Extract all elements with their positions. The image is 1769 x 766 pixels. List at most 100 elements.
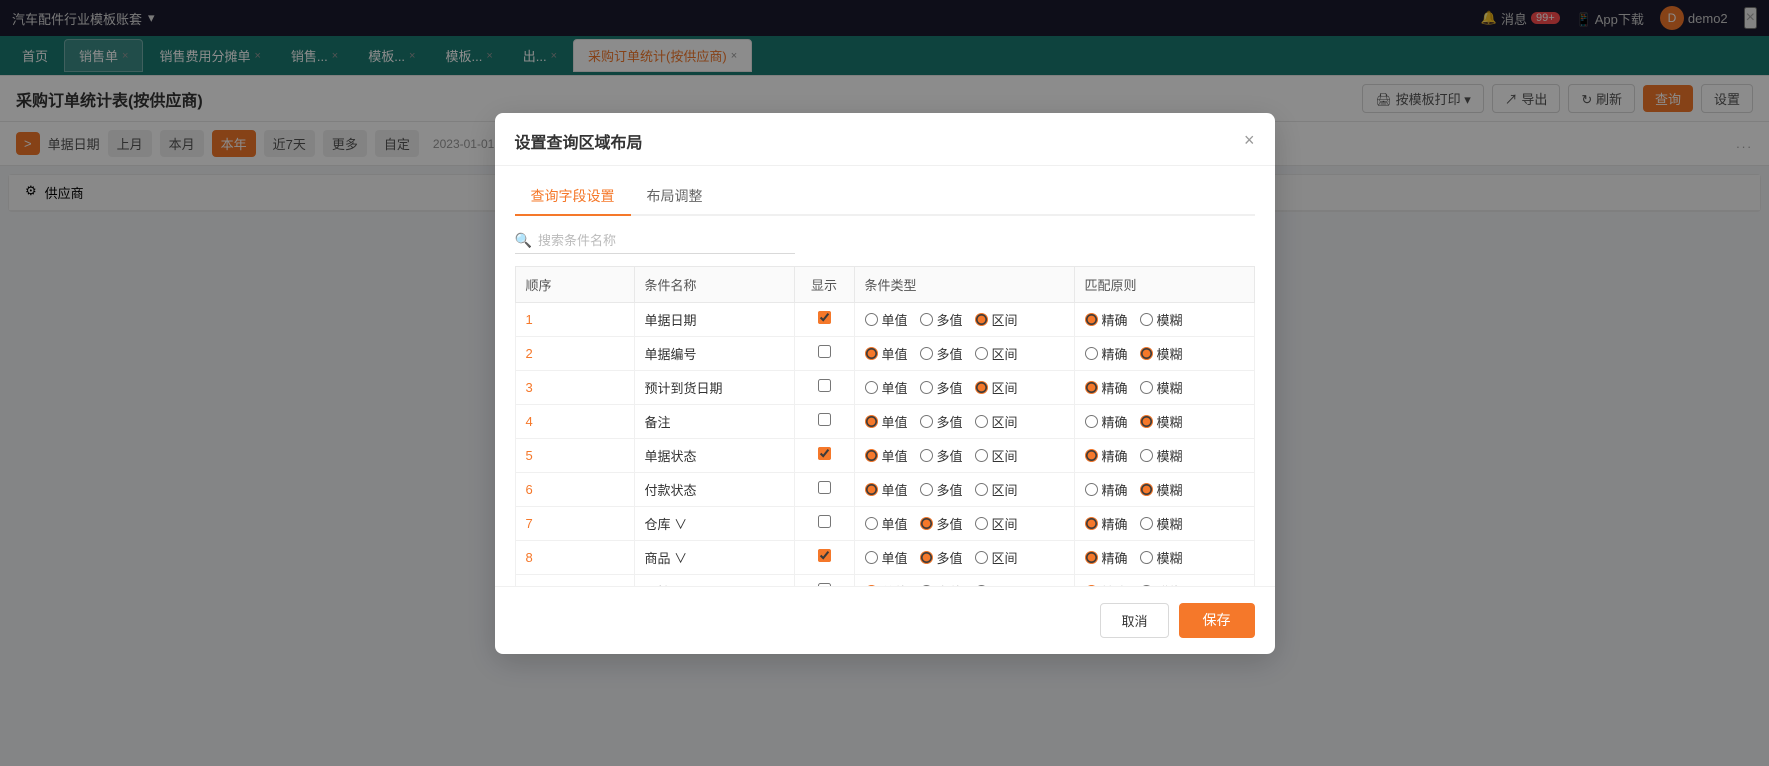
type-radio-label[interactable]: 单值 [865, 514, 908, 533]
match-radio-label[interactable]: 精确 [1085, 514, 1128, 533]
match-radio-label[interactable]: 模糊 [1140, 412, 1183, 431]
type-radio[interactable] [920, 551, 933, 564]
match-radio[interactable] [1140, 517, 1153, 530]
display-checkbox[interactable] [818, 447, 831, 460]
type-radio-label[interactable]: 单值 [865, 412, 908, 431]
table-row-match[interactable]: 精确模糊 [1074, 540, 1254, 574]
match-radio[interactable] [1140, 483, 1153, 496]
type-radio-label[interactable]: 区间 [975, 548, 1018, 567]
match-radio-label[interactable]: 精确 [1085, 446, 1128, 465]
match-radio[interactable] [1085, 313, 1098, 326]
match-radio-label[interactable]: 模糊 [1140, 514, 1183, 533]
modal-close-button[interactable]: × [1244, 130, 1255, 151]
type-radio-label[interactable]: 多值 [920, 378, 963, 397]
display-checkbox[interactable] [818, 379, 831, 392]
cancel-button[interactable]: 取消 [1100, 603, 1168, 638]
table-row-match[interactable]: 精确模糊 [1074, 336, 1254, 370]
table-row-match[interactable]: 精确模糊 [1074, 506, 1254, 540]
match-radio[interactable] [1140, 347, 1153, 360]
match-radio-label[interactable]: 精确 [1085, 548, 1128, 567]
type-radio[interactable] [975, 313, 988, 326]
match-radio-label[interactable]: 模糊 [1140, 378, 1183, 397]
match-radio[interactable] [1085, 449, 1098, 462]
type-radio[interactable] [920, 483, 933, 496]
match-radio-label[interactable]: 模糊 [1140, 344, 1183, 363]
type-radio[interactable] [865, 347, 878, 360]
tab-query-fields[interactable]: 查询字段设置 [515, 178, 631, 216]
table-row-type[interactable]: 单值多值区间 [854, 540, 1074, 574]
table-row-match[interactable]: 精确模糊 [1074, 574, 1254, 586]
type-radio[interactable] [865, 449, 878, 462]
type-radio-label[interactable]: 单值 [865, 310, 908, 329]
match-radio[interactable] [1140, 381, 1153, 394]
table-row-display[interactable] [794, 336, 854, 370]
match-radio[interactable] [1140, 449, 1153, 462]
table-row-type[interactable]: 单值多值区间 [854, 506, 1074, 540]
match-radio[interactable] [1140, 313, 1153, 326]
type-radio[interactable] [975, 415, 988, 428]
match-radio[interactable] [1085, 517, 1098, 530]
type-radio[interactable] [920, 415, 933, 428]
type-radio-label[interactable]: 多值 [920, 514, 963, 533]
table-row-type[interactable]: 单值多值区间 [854, 472, 1074, 506]
display-checkbox[interactable] [818, 311, 831, 324]
type-radio-label[interactable]: 单值 [865, 480, 908, 499]
table-row-match[interactable]: 精确模糊 [1074, 472, 1254, 506]
match-radio-label[interactable]: 精确 [1085, 378, 1128, 397]
table-row-display[interactable] [794, 370, 854, 404]
type-radio[interactable] [920, 449, 933, 462]
search-input[interactable] [538, 233, 795, 248]
type-radio-label[interactable]: 多值 [920, 310, 963, 329]
type-radio[interactable] [975, 517, 988, 530]
table-row-type[interactable]: 单值多值区间 [854, 302, 1074, 336]
type-radio[interactable] [865, 517, 878, 530]
display-checkbox[interactable] [818, 549, 831, 562]
tab-layout[interactable]: 布局调整 [631, 178, 719, 216]
table-row-display[interactable] [794, 506, 854, 540]
type-radio[interactable] [920, 517, 933, 530]
type-radio-label[interactable]: 多值 [920, 344, 963, 363]
type-radio[interactable] [975, 347, 988, 360]
match-radio-label[interactable]: 精确 [1085, 344, 1128, 363]
type-radio[interactable] [865, 483, 878, 496]
type-radio-label[interactable]: 单值 [865, 446, 908, 465]
table-row-type[interactable]: 单值多值区间 [854, 574, 1074, 586]
type-radio-label[interactable]: 多值 [920, 548, 963, 567]
type-radio-label[interactable]: 区间 [975, 412, 1018, 431]
display-checkbox[interactable] [818, 345, 831, 358]
match-radio[interactable] [1085, 347, 1098, 360]
type-radio-label[interactable]: 区间 [975, 446, 1018, 465]
match-radio-label[interactable]: 模糊 [1140, 446, 1183, 465]
display-checkbox[interactable] [818, 515, 831, 528]
type-radio[interactable] [920, 313, 933, 326]
display-checkbox[interactable] [818, 413, 831, 426]
table-row-display[interactable] [794, 472, 854, 506]
type-radio-label[interactable]: 区间 [975, 310, 1018, 329]
match-radio-label[interactable]: 模糊 [1140, 548, 1183, 567]
match-radio[interactable] [1085, 483, 1098, 496]
table-row-match[interactable]: 精确模糊 [1074, 438, 1254, 472]
match-radio[interactable] [1085, 381, 1098, 394]
match-radio[interactable] [1140, 551, 1153, 564]
match-radio-label[interactable]: 精确 [1085, 480, 1128, 499]
table-row-type[interactable]: 单值多值区间 [854, 438, 1074, 472]
type-radio[interactable] [865, 313, 878, 326]
table-row-display[interactable] [794, 540, 854, 574]
match-radio[interactable] [1085, 551, 1098, 564]
table-row-match[interactable]: 精确模糊 [1074, 302, 1254, 336]
type-radio[interactable] [975, 483, 988, 496]
table-row-type[interactable]: 单值多值区间 [854, 336, 1074, 370]
table-row-display[interactable] [794, 302, 854, 336]
type-radio[interactable] [865, 381, 878, 394]
table-row-type[interactable]: 单值多值区间 [854, 404, 1074, 438]
type-radio[interactable] [920, 381, 933, 394]
save-button[interactable]: 保存 [1179, 603, 1255, 638]
type-radio-label[interactable]: 单值 [865, 378, 908, 397]
type-radio[interactable] [865, 551, 878, 564]
match-radio-label[interactable]: 模糊 [1140, 310, 1183, 329]
type-radio[interactable] [975, 449, 988, 462]
type-radio-label[interactable]: 区间 [975, 378, 1018, 397]
table-row-type[interactable]: 单值多值区间 [854, 370, 1074, 404]
table-row-display[interactable] [794, 404, 854, 438]
type-radio-label[interactable]: 区间 [975, 344, 1018, 363]
